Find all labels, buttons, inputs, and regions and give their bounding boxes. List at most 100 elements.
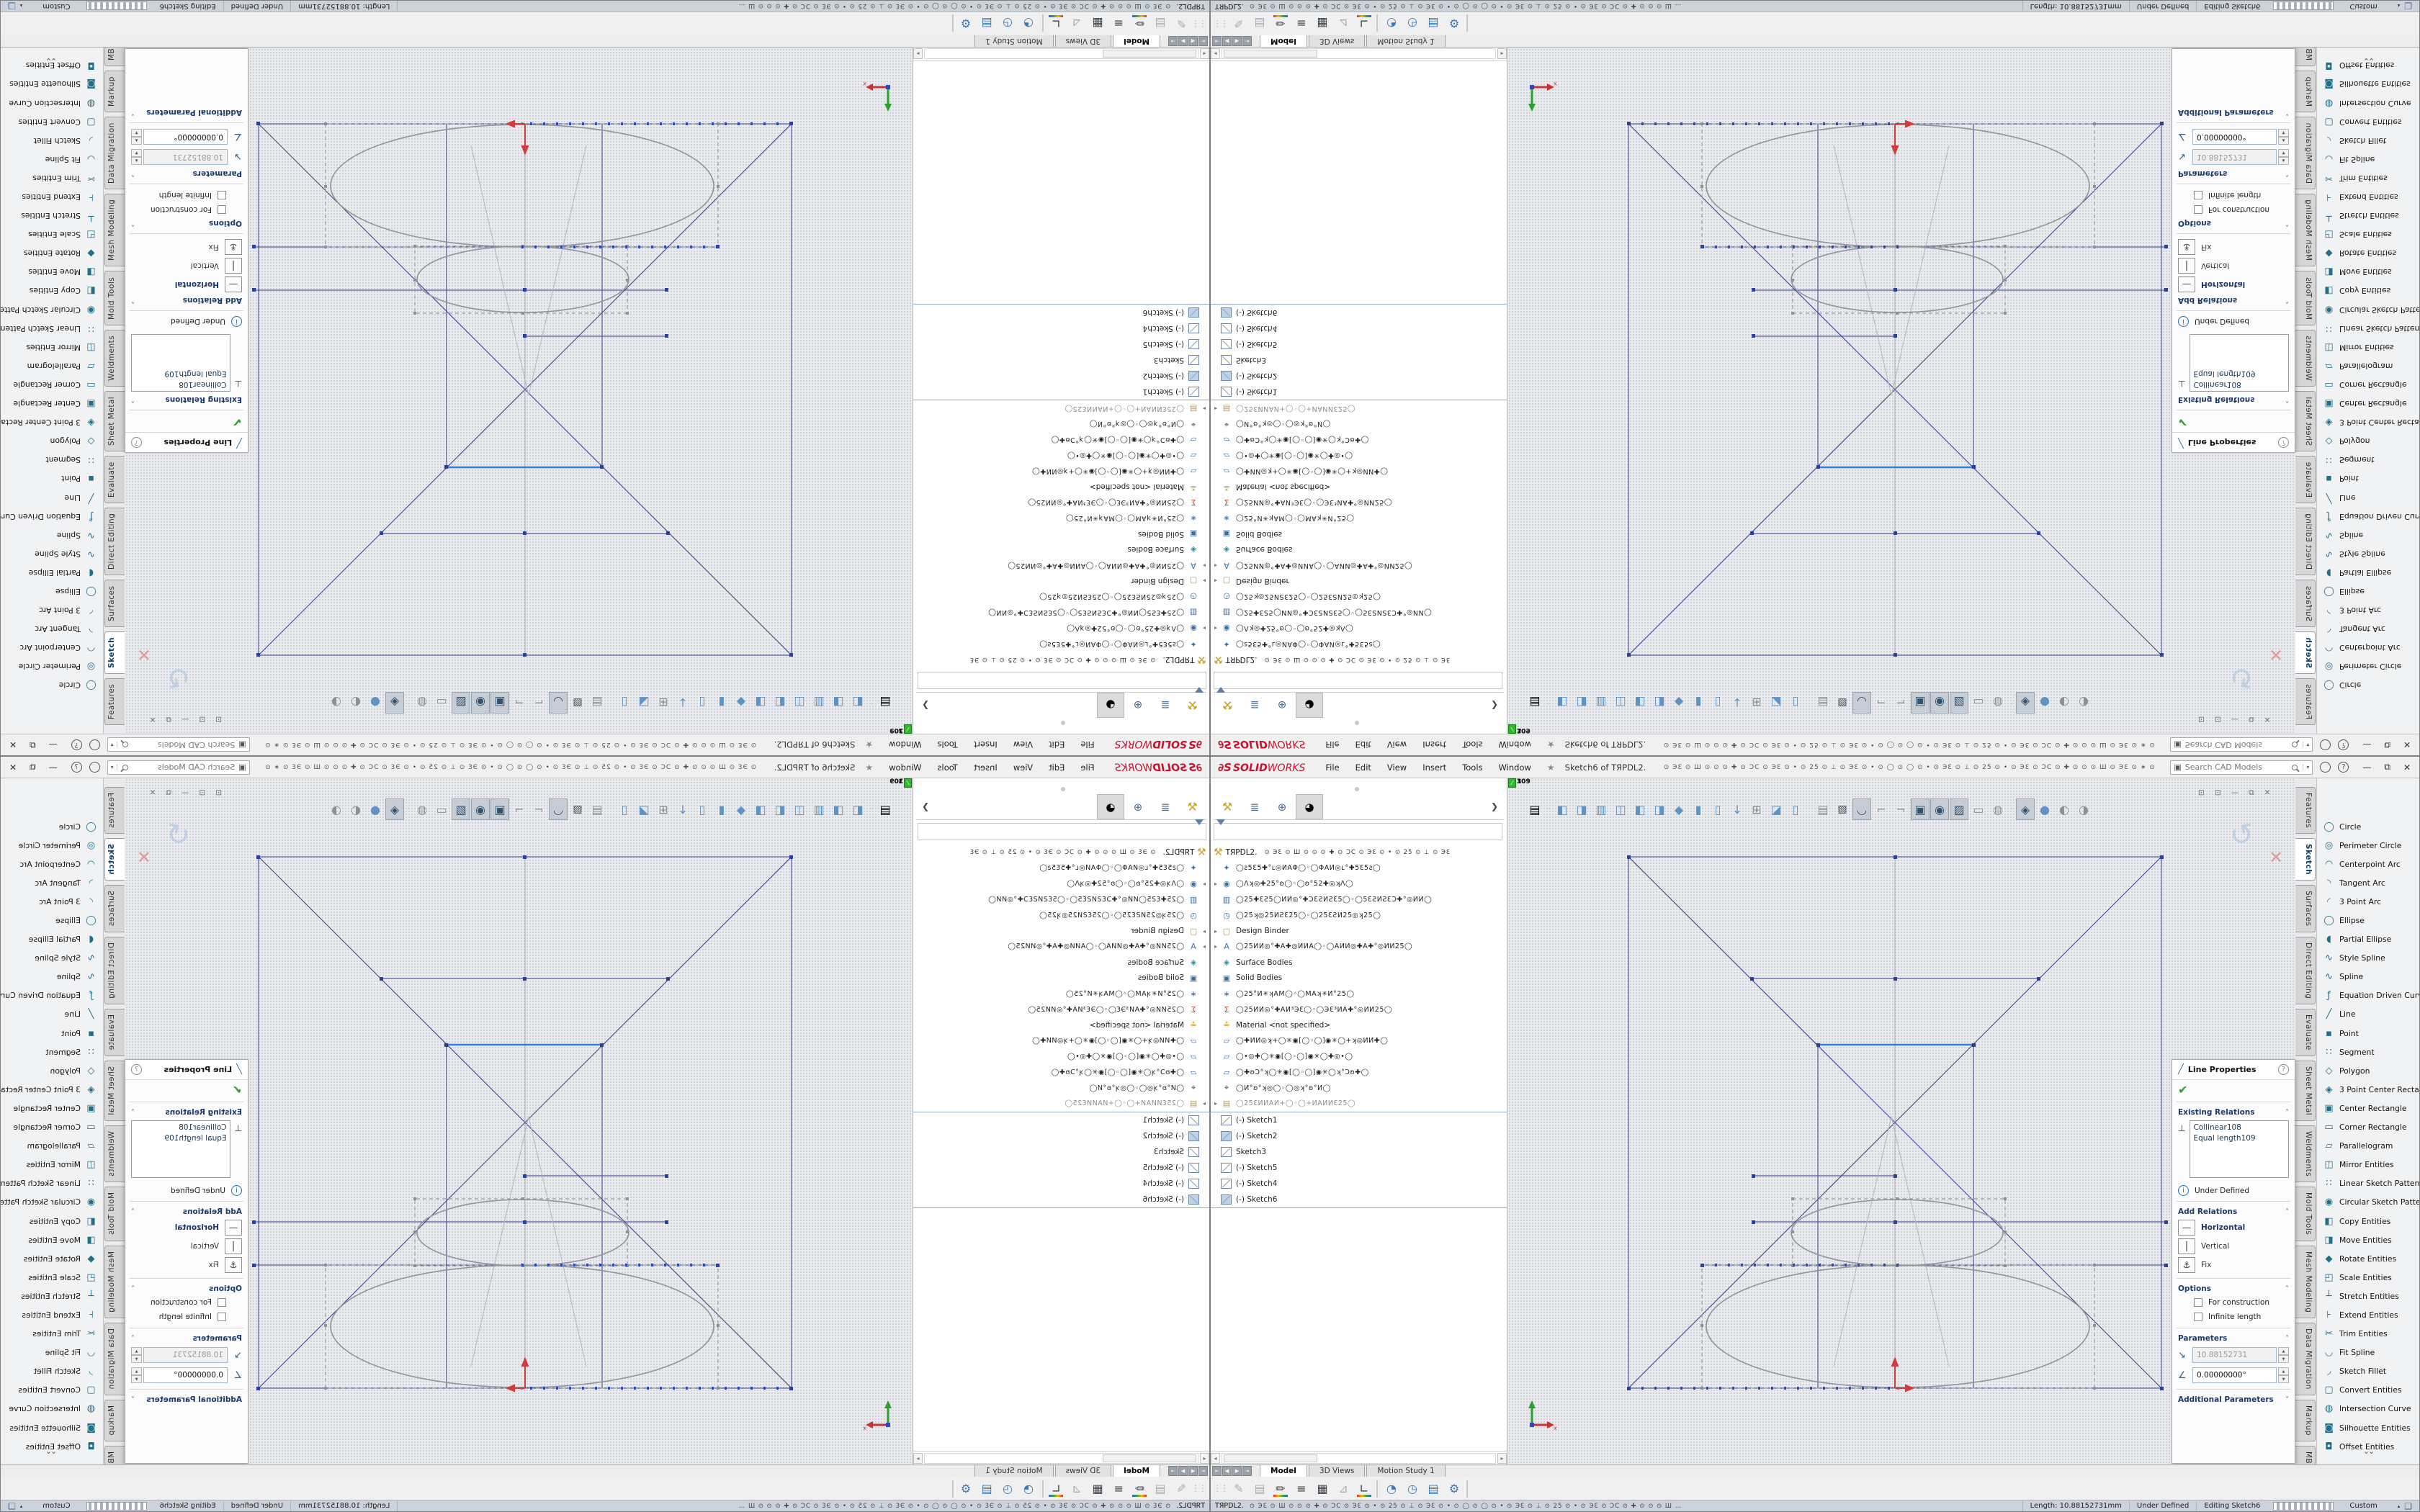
sketch-tool-item[interactable]: ◯ Ellipse (2317, 911, 2419, 930)
command-tab[interactable]: Sheet Metal (104, 391, 125, 451)
command-tab[interactable]: Direct Editing (104, 937, 125, 1004)
help-icon[interactable]: ? (2338, 739, 2349, 750)
sketch-tool-item[interactable]: ◖ Partial Ellipse (2317, 563, 2419, 582)
sketch-tool-item[interactable]: ◙ Silhouette Entities (2317, 75, 2419, 94)
sketch-tool-item[interactable]: ◠ Centerpoint Arc (1, 639, 103, 657)
scroll-left-button[interactable]: ◂ (1211, 49, 1220, 60)
sketch-tool-item[interactable]: ▱ Parallelogram (1, 1137, 103, 1156)
scroll-track[interactable] (924, 1453, 1198, 1464)
command-tab[interactable]: Features (104, 787, 125, 834)
search-icon[interactable] (122, 742, 128, 748)
headsup-toolbar[interactable]: ⊙ ЭƐ ⊙ Ш ⊙ ⊙ ⊙ ✚ ⊙ ƆC ⊙ ЭƐ ⊙ • ⊙ 25 ⊙ ⊥ … (257, 742, 764, 749)
command-tab[interactable]: Sketch (104, 838, 125, 881)
view-toolbar-icon[interactable]: ▤ (1151, 14, 1170, 34)
spinner[interactable]: ▲▼ (131, 129, 142, 145)
relations-listbox[interactable]: Collinear108Equal length109 (131, 334, 230, 392)
sketch-tool-item[interactable]: ◉ Circular Sketch Pattern (1, 300, 103, 319)
collapse-panel-arrow[interactable]: ❯ (1491, 701, 1502, 711)
command-tab[interactable]: Markup (104, 71, 125, 112)
sketch-tool-item[interactable]: ▢ Convert Entities (1, 1381, 103, 1400)
tree-item[interactable]: ▸ A ◯25ИИ◎°✚А✚◎ИИА◯◦◯АИИ◎✚А✚°◎ИИ25◯ (913, 939, 1209, 955)
sketch-tool-item[interactable]: ∿ Spline (1, 968, 103, 986)
checkbox[interactable] (218, 191, 226, 199)
spin-down-icon[interactable]: ▼ (131, 149, 142, 157)
expand-arrow[interactable]: ▸ (1211, 562, 1221, 569)
sketch-tree-item[interactable]: (-) Sketch5 (1211, 1160, 1507, 1176)
menu-item[interactable]: Insert (1422, 762, 1446, 773)
sketch-tree-item[interactable]: (-) Sketch6 (913, 305, 1209, 320)
tree-item[interactable]: ▱ ◯•◎✚◯✳◉[◯◦◯]◉✳◯✚◎•◯ (1211, 1049, 1507, 1065)
tree-item[interactable]: ▱ ◯✚ʚƆ°ʞ◯✳◉[◯◦◯]◉✳◯ʞ°Ɔʚ✚◯ (913, 432, 1209, 448)
menu-item[interactable]: Insert (974, 762, 998, 773)
view-toolbar-icon[interactable]: ⚙ (956, 14, 975, 34)
parameter-input[interactable]: 0.00000000° (2192, 1367, 2277, 1383)
sketch-tool-item[interactable]: ∷ Linear Sketch Pattern (2317, 1174, 2419, 1193)
search-box[interactable]: ▣ Search CAD Models ▾ (107, 760, 250, 775)
command-tab[interactable]: Direct Editing (2295, 508, 2316, 575)
sketch-tool-item[interactable]: ∿ Spline (2317, 968, 2419, 986)
collapse-caret-icon[interactable]: ˄ (131, 396, 135, 404)
units-icon[interactable]: ❏ (2404, 1501, 2412, 1511)
tree-item[interactable]: ▥ ◯25✚ƐƧ5◯ИИ◎°✚ƆƐƧИƧƐ5◯◦◯5ƐƧИƧƐƆ✚°◎ИИ◯ (1211, 892, 1507, 908)
sketch-tool-item[interactable]: ▭ Corner Rectangle (1, 1118, 103, 1137)
view-toolbar-icon[interactable]: │ (1376, 14, 1380, 34)
existing-relations-section[interactable]: Existing Relations ˄ (125, 1106, 248, 1119)
tree-item[interactable]: Σ ◯25ИИ◎°✚АИ³ЭƐ◯◦◯ЭƐ³ИА✚°◎ИИ25◯ (913, 1002, 1209, 1017)
menu-item[interactable]: Tools (937, 762, 957, 773)
collapse-caret-icon[interactable]: ˄ (131, 1208, 135, 1216)
sketch-tool-item[interactable]: ◯ Ellipse (2317, 582, 2419, 600)
panel-help-icon[interactable]: ? (2278, 1064, 2289, 1075)
scroll-track[interactable] (1222, 49, 1496, 60)
collapse-caret-icon[interactable]: ˄ (131, 1109, 135, 1117)
command-tab[interactable]: Surfaces (2295, 885, 2316, 932)
view-toolbar-icon[interactable]: ◔ (1019, 1478, 1038, 1498)
collapse-caret-icon[interactable]: ˄ (2285, 297, 2289, 305)
sketch-tree-item[interactable]: (-) Sketch1 (1211, 384, 1507, 400)
parameter-input[interactable]: 10.88152731 (143, 1347, 228, 1363)
additional-parameters-section[interactable]: Additional Parameters ˅ (125, 1393, 248, 1406)
view-toolbar-icon[interactable]: ⚙ (1445, 14, 1464, 34)
toolbar-grip[interactable]: ⋮⋮ (1213, 1483, 1227, 1493)
search-input[interactable]: Search CAD Models (128, 740, 236, 750)
collapse-caret-icon[interactable]: ˄ (131, 220, 135, 228)
tree-item[interactable]: ▸ A ◯25ИИ◎°✚А✚◎ИИА◯◦◯АИИ◎✚А✚°◎ИИ25◯ (1211, 557, 1507, 573)
tree-item[interactable]: ≛ Material <not specified> (1211, 479, 1507, 495)
tree-item[interactable]: ▸ ▤ ◯25ƐИИАИ+◯◦◯+ИАИИƐ25◯ (1211, 1096, 1507, 1112)
panel-help-icon[interactable]: ? (131, 437, 142, 448)
sketch-tool-item[interactable]: ◞ Sketch Fillet (1, 131, 103, 150)
document-tab[interactable]: 3D Views (1055, 1464, 1112, 1477)
panel-splitter-handle[interactable] (1061, 787, 1065, 791)
sketch-tool-item[interactable]: ◰ Scale Entities (1, 1268, 103, 1287)
relation-button[interactable]: — (225, 1220, 242, 1236)
view-toolbar-icon[interactable]: ▤ (1424, 1478, 1443, 1498)
sketch-tool-item[interactable]: ◯ Circle (1, 817, 103, 836)
relation-entry[interactable]: Collinear108 (2193, 1123, 2285, 1132)
add-relations-section[interactable]: Add Relations ˄ (125, 294, 248, 307)
menu-item[interactable]: Edit (1355, 762, 1371, 773)
command-tab[interactable]: Markup (2295, 71, 2316, 112)
more-tools-chevron[interactable]: ⌄⌄ (1, 1446, 103, 1456)
view-toolbar-icon[interactable]: ◔ (1382, 14, 1401, 34)
sketch-tool-item[interactable]: ◍ Intersection Curve (2317, 94, 2419, 112)
sketch-tool-item[interactable]: ◫ Mirror Entities (2317, 1156, 2419, 1174)
view-toolbar-icon[interactable]: ◷ (1403, 14, 1422, 34)
sketch-tool-item[interactable]: ╱ Line (2317, 1005, 2419, 1024)
tree-item[interactable]: ▱ ◯•◎✚◯✳◉[◯◦◯]◉✳◯✚◎•◯ (913, 1049, 1209, 1065)
scroll-right-button[interactable]: ▸ (1497, 49, 1507, 60)
document-tab[interactable]: 3D Views (1055, 35, 1112, 48)
command-tab[interactable]: Surfaces (2295, 580, 2316, 626)
tree-item[interactable]: ▱ ◯✚ИИ◎ʞ+◯✳◉[◯◦◯]◉✳◯+ʞ◎ИИ✚◯ (913, 463, 1209, 479)
relation-entry[interactable]: Equal length109 (2193, 1134, 2285, 1143)
status-custom[interactable]: Custom (32, 2, 80, 10)
command-tab[interactable]: Sheet Metal (2295, 1061, 2316, 1121)
tree-item[interactable]: ▱ ◯✚ʚƆ°ʞ◯✳◉[◯◦◯]◉✳◯ʞ°Ɔʚ✚◯ (1211, 432, 1507, 448)
sketch-tool-item[interactable]: ◨ Move Entities (1, 1230, 103, 1249)
sketch-tool-item[interactable]: ◧ Copy Entities (2317, 282, 2419, 300)
spin-up-icon[interactable]: ▲ (131, 157, 142, 165)
menu-item[interactable]: Tools (1462, 740, 1482, 750)
sketch-tool-item[interactable]: ◯ Circle (1, 676, 103, 695)
sketch-tool-item[interactable]: ◡ Fit Spline (2317, 150, 2419, 168)
more-tools-chevron[interactable]: ⌄⌄ (2317, 56, 2419, 66)
sketch-tool-item[interactable]: ▪ Point (1, 1024, 103, 1043)
menu-item[interactable]: Edit (1355, 740, 1371, 750)
